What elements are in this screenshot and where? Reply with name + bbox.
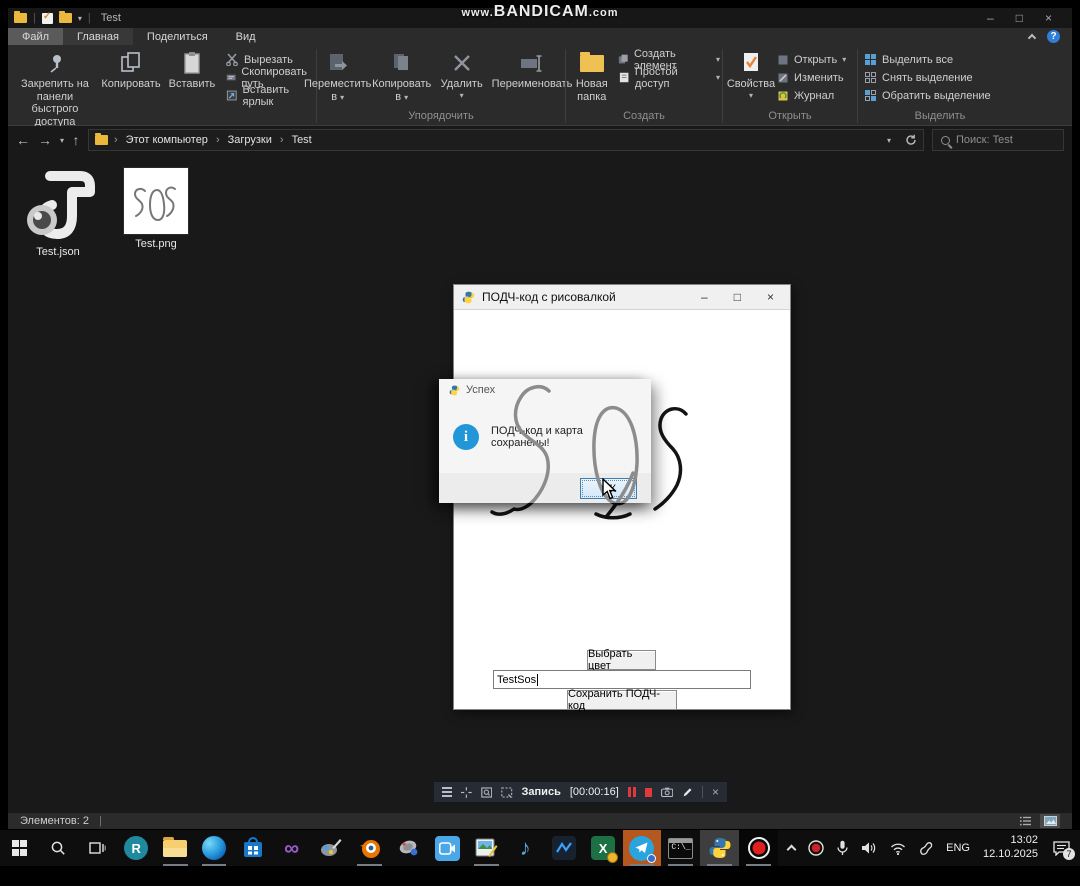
notification-count-badge: 7 bbox=[1063, 847, 1076, 860]
windows-logo-icon bbox=[11, 840, 28, 856]
bandicam-record-icon bbox=[747, 837, 770, 859]
python-icon bbox=[709, 838, 731, 858]
taskbar-search-button[interactable] bbox=[39, 830, 78, 866]
taskbar-telegram[interactable] bbox=[622, 830, 662, 866]
edge-browser-icon bbox=[201, 836, 226, 860]
taskbar-app-r[interactable]: R bbox=[117, 830, 156, 866]
mouse-cursor bbox=[602, 478, 617, 500]
terminal-icon: C:\_ bbox=[668, 837, 694, 859]
camera-app-icon bbox=[434, 835, 460, 861]
search-icon bbox=[52, 841, 66, 855]
info-icon: i bbox=[453, 424, 479, 450]
media-app-icon bbox=[399, 840, 417, 856]
excel-app-icon: X bbox=[591, 836, 619, 863]
taskbar-clock[interactable]: 13:02 12.10.2025 bbox=[983, 834, 1040, 862]
photos-app-icon bbox=[475, 838, 498, 857]
taskbar-edge[interactable] bbox=[195, 830, 234, 866]
taskbar: R ∞ ♪ X C:\_ ENG 13:02 12.10.2025 7 bbox=[0, 830, 1080, 866]
taskbar-dark-blue-app[interactable] bbox=[545, 830, 584, 866]
music-app-icon: ♪ bbox=[519, 835, 531, 860]
visual-studio-icon: ∞ bbox=[284, 836, 300, 860]
tray-recording-icon[interactable] bbox=[808, 840, 824, 856]
python-feather-icon bbox=[449, 385, 460, 395]
clock-time: 13:02 bbox=[1010, 834, 1039, 847]
taskbar-media-app[interactable] bbox=[389, 830, 428, 866]
file-explorer-icon bbox=[163, 836, 188, 857]
paint-app-icon bbox=[320, 839, 342, 856]
taskbar-visual-studio[interactable]: ∞ bbox=[272, 830, 311, 866]
taskbar-python-app[interactable] bbox=[700, 830, 740, 866]
taskbar-photos-app[interactable] bbox=[467, 830, 506, 866]
desktop: | ▾ | Test – □ × Файл Главная Поделиться… bbox=[0, 0, 1080, 886]
taskbar-paint-app[interactable] bbox=[311, 830, 350, 866]
telegram-icon bbox=[629, 835, 657, 863]
taskbar-file-explorer[interactable] bbox=[156, 830, 195, 866]
speaker-icon[interactable] bbox=[861, 841, 877, 855]
notification-center-button[interactable]: 7 bbox=[1053, 840, 1076, 860]
taskbar-blender[interactable] bbox=[350, 830, 389, 866]
network-icon[interactable] bbox=[890, 842, 906, 855]
r-app-icon: R bbox=[124, 836, 149, 860]
microphone-icon[interactable] bbox=[837, 840, 848, 856]
task-view-icon bbox=[89, 842, 106, 854]
taskbar-excel-app[interactable]: X bbox=[584, 830, 623, 866]
taskbar-terminal[interactable]: C:\_ bbox=[661, 830, 700, 866]
taskbar-bandicam-recording[interactable] bbox=[739, 830, 779, 866]
dark-blue-app-icon bbox=[552, 836, 577, 860]
clock-date: 12.10.2025 bbox=[982, 848, 1039, 860]
blender-icon bbox=[359, 840, 380, 858]
taskbar-music-app[interactable]: ♪ bbox=[506, 830, 545, 866]
microsoft-store-icon bbox=[243, 837, 262, 857]
taskbar-store[interactable] bbox=[233, 830, 272, 866]
success-dialog-titlebar: Успех bbox=[439, 379, 651, 401]
audio-jack-icon[interactable] bbox=[919, 841, 933, 856]
system-tray: ENG 13:02 12.10.2025 7 bbox=[778, 830, 1080, 866]
taskbar-camera-app[interactable] bbox=[428, 830, 467, 866]
tray-expand-chevron-icon[interactable] bbox=[786, 844, 797, 855]
dialog-title: Успех bbox=[466, 384, 496, 396]
task-view-button[interactable] bbox=[78, 830, 117, 866]
dialog-message: ПОДЧ-код и карта сохранены! bbox=[491, 425, 583, 449]
language-indicator[interactable]: ENG bbox=[946, 842, 970, 854]
start-button[interactable] bbox=[0, 830, 39, 866]
